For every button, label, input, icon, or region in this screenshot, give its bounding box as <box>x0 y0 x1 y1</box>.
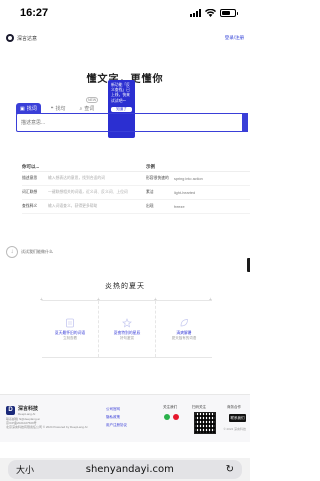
qr-code <box>194 412 216 434</box>
feedback-entry[interactable]: ↓ 试试我们能做什么 <box>6 246 53 258</box>
row-desc: 输入词语查义，获得更多帮助 <box>48 204 98 208</box>
copyright: © 2024 深言科技 <box>223 427 246 431</box>
qr-label: 扫码关注 <box>192 405 206 409</box>
tooltip-dismiss-button[interactable]: 知道了 <box>111 106 132 112</box>
star-icon <box>122 317 132 328</box>
book-icon: ▣ <box>20 105 25 112</box>
brand-name: 深言达意 <box>17 35 38 42</box>
table-row[interactable]: 描述意思 输入想表达的意思，找到合适的词 形容很快速的 spring into … <box>22 172 250 186</box>
reader-settings-button[interactable]: 大小 <box>16 463 34 476</box>
search-button[interactable] <box>242 113 248 132</box>
search-box <box>16 113 248 132</box>
footer-company-sub: DeepLang AI <box>18 412 36 416</box>
row-example: 形容很快速的 <box>146 176 169 180</box>
footer-link[interactable]: 隐私政策 <box>106 413 127 421</box>
arrow-down-icon: ↓ <box>6 246 18 258</box>
leaf-icon <box>180 318 188 326</box>
row-example: 出现 <box>146 204 154 208</box>
signal-icon <box>190 9 201 17</box>
brand[interactable]: 深言达意 <box>6 34 37 42</box>
hot-card-sub: 好句鉴赏 <box>120 335 134 340</box>
footer-link[interactable]: 公司官网 <box>106 405 127 413</box>
row-example: 素洁 <box>146 190 154 194</box>
hot-card[interactable]: 清爽解暑 夏天独有的词语 <box>156 301 212 357</box>
tooltip-text: 新功能「反义查找」已上线，快来试试吧～ <box>111 83 130 103</box>
examples-head-right: 示例 <box>146 163 155 169</box>
tab-label: 找词 <box>26 106 37 112</box>
wifi-icon <box>205 9 216 17</box>
hot-card[interactable]: 夏夜特别的星辰 好句鉴赏 <box>99 301 156 357</box>
footer-links: 公司官网 隐私政策 用户注册协议 <box>106 405 127 429</box>
status-time: 16:27 <box>20 7 49 19</box>
url-text[interactable]: shenyandayi.com <box>86 464 174 475</box>
search-input[interactable] <box>17 114 242 131</box>
row-result: spring into action <box>174 176 203 181</box>
follow-label: 关注我们 <box>163 405 177 409</box>
footer-logo: D 深言科技 DeepLang AI <box>6 405 38 416</box>
battery-icon <box>220 9 238 17</box>
examples-table: 你可以... 示例 描述意思 输入想表达的意思，找到合适的词 形容很快速的 sp… <box>22 162 250 214</box>
row-desc: 一键联想相关的词语，近义词、反义词、上位词 <box>48 190 128 194</box>
side-handle[interactable] <box>247 258 250 272</box>
login-link[interactable]: 登录/注册 <box>225 35 244 41</box>
quote-icon: ❝ <box>50 105 54 112</box>
examples-head-left: 你可以... <box>22 163 40 169</box>
company-logo-icon: D <box>6 406 15 415</box>
site-header: 深言达意 登录/注册 <box>0 30 250 46</box>
wechat-icon[interactable] <box>164 414 170 420</box>
row-key: 词汇联想 <box>22 190 38 194</box>
hot-card-sub: 夏天独有的词语 <box>171 335 197 340</box>
table-row[interactable]: 词汇联想 一键联想相关的词语，近义词、反义词、上位词 素洁 light-hear… <box>22 186 250 200</box>
logo-icon <box>6 34 14 42</box>
footer-info: 联系邮箱 hi@deeplang.ai 京ICP备2021027509号 北京深… <box>6 417 87 430</box>
hot-card[interactable]: 夏天最怀旧的词语 立刻查看 <box>42 301 99 357</box>
address-bar[interactable]: 大小 shenyandayi.com ↻ <box>8 460 242 479</box>
browser-bar: 大小 shenyandayi.com ↻ <box>0 458 250 481</box>
footer-info-line: 北京深言科技有限责任公司 © 2024 Powered by DeepLang … <box>6 425 88 430</box>
status-icons <box>190 9 238 17</box>
contact-label: 商务合作 <box>227 405 241 409</box>
row-key: 描述意思 <box>22 176 38 180</box>
tab-label: 查词 <box>84 106 95 112</box>
hot-section-title: 炎热的夏天 <box>105 283 145 290</box>
footer-link[interactable]: 用户注册协议 <box>106 421 127 429</box>
search-icon: ⌕ <box>79 105 83 112</box>
row-desc: 输入想表达的意思，找到合适的词 <box>48 176 105 180</box>
status-bar: 16:27 <box>0 0 250 26</box>
weibo-icon[interactable] <box>173 414 179 420</box>
row-key: 查找释义 <box>22 204 38 208</box>
contact-button[interactable]: 联系我们 <box>229 414 246 422</box>
document-icon <box>66 318 74 327</box>
row-result: freeze <box>174 204 185 209</box>
tab-label: 找句 <box>55 106 66 112</box>
hot-cards: 夏天最怀旧的词语 立刻查看 夏夜特别的星辰 好句鉴赏 清爽解暑 夏天独有的词语 <box>42 300 212 358</box>
reload-icon[interactable]: ↻ <box>226 464 234 475</box>
hot-card-sub: 立刻查看 <box>63 335 77 340</box>
row-result: light-hearted <box>174 190 196 195</box>
footer: D 深言科技 DeepLang AI 联系邮箱 hi@deeplang.ai 京… <box>0 394 250 442</box>
footer-company-name: 深言科技 <box>18 406 39 412</box>
page: 16:27 深言达意 登录/注册 懂文字，更懂你 ▣ 找词 ❝ 找句 ⌕ <box>0 0 250 481</box>
feedback-label: 试试我们能做什么 <box>21 249 53 254</box>
examples-header: 你可以... 示例 <box>22 162 250 172</box>
table-row[interactable]: 查找释义 输入词语查义，获得更多帮助 出现 freeze <box>22 200 250 214</box>
new-badge: NEW <box>86 97 99 103</box>
